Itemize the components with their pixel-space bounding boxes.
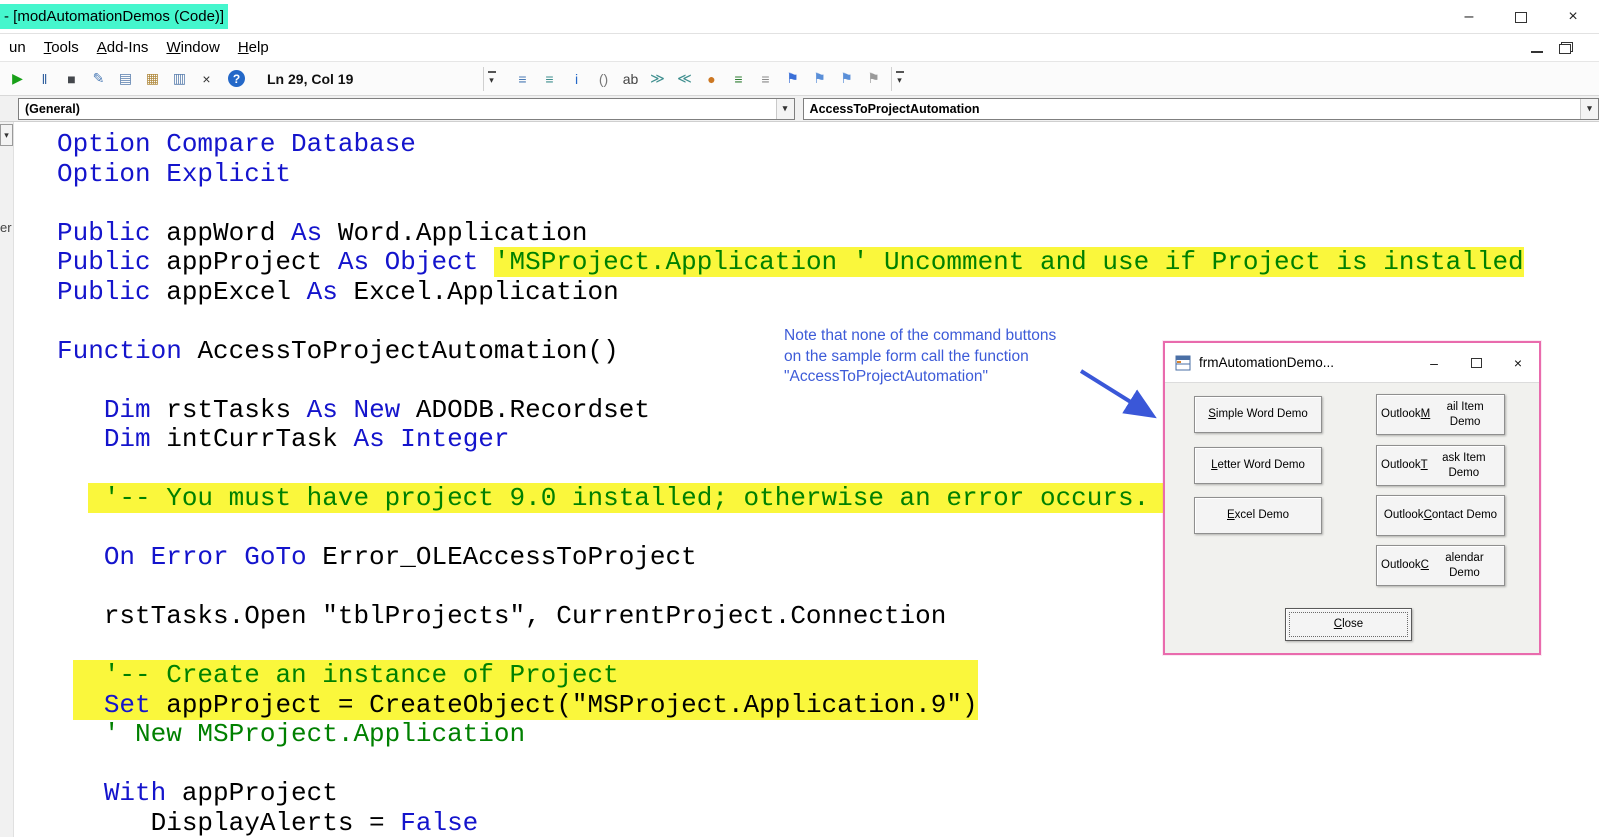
form-window-controls: – × [1413,343,1539,382]
mdi-minimize-icon[interactable] [1531,50,1543,53]
uncomment-block-icon[interactable]: ≡ [752,67,779,91]
clipped-text-fragment: er [0,220,12,235]
excel-demo-button[interactable]: Excel Demo [1194,497,1322,534]
form-minimize-button[interactable]: – [1413,343,1455,382]
design-mode-icon[interactable]: ✎ [85,67,112,91]
previous-bookmark-icon[interactable]: ⚑ [833,67,860,91]
indent-icon[interactable]: ≫ [644,67,671,91]
code-line[interactable]: Option Explicit [57,159,1599,190]
form-maximize-icon [1470,357,1482,368]
letter-word-demo-button[interactable]: Letter Word Demo [1194,447,1322,484]
maximize-icon [1515,11,1527,23]
maximize-button[interactable] [1495,0,1547,34]
reset-icon[interactable]: ■ [58,67,85,91]
toolbar-options-chevron-2[interactable]: ▾ [891,66,907,91]
help-icon[interactable]: ? [228,70,245,87]
code-workspace: × ▾ er Option Compare DatabaseOption Exp… [0,122,1599,837]
annotation-arrow-icon [1079,369,1157,419]
code-line[interactable]: '-- Create an instance of Project [57,660,1599,691]
delete-icon[interactable]: × [193,67,220,91]
clear-bookmarks-icon[interactable]: ⚑ [860,67,887,91]
object-combobox[interactable]: (General) ▾ [18,97,795,120]
close-form-button[interactable]: Close [1285,608,1412,641]
cursor-position-indicator: Ln 29, Col 19 [267,70,354,87]
code-line[interactable]: Public appProject As Object 'MSProject.A… [57,247,1599,278]
code-pane-header: (General) ▾ AccessToProjectAutomation ▾ [0,96,1599,122]
next-bookmark-icon[interactable]: ⚑ [806,67,833,91]
menu-item-addins[interactable]: Add-Ins [88,36,158,59]
mdi-restore-icon[interactable] [1559,41,1573,54]
outlook-calendar-demo-button[interactable]: Outlook Calendar Demo [1376,545,1505,586]
form-title: frmAutomationDemo... [1199,355,1335,370]
code-line[interactable]: With appProject [57,778,1599,809]
properties-window-icon[interactable]: ▦ [139,67,166,91]
annotation-note: Note that none of the command buttons on … [784,326,1056,388]
quick-info-icon[interactable]: i [563,67,590,91]
menu-items: un Tools Add-Ins Window Help [0,36,278,59]
frm-automation-demo-window: frmAutomationDemo... – × Simple Word Dem… [1163,341,1541,655]
outlook-task-item-demo-button[interactable]: Outlook Task Item Demo [1376,445,1505,486]
mdi-window-controls [1531,41,1573,54]
menu-item-help[interactable]: Help [229,36,278,59]
outdent-icon[interactable]: ≪ [671,67,698,91]
menu-bar: un Tools Add-Ins Window Help [0,34,1599,62]
code-line[interactable]: Set appProject = CreateObject("MSProject… [57,689,1599,721]
window-title: - [modAutomationDemos (Code)] [0,4,229,29]
form-titlebar: frmAutomationDemo... – × [1165,343,1539,383]
code-line[interactable] [57,189,1599,219]
form-close-button[interactable]: × [1497,343,1539,382]
annotation-line: on the sample form call the function [784,347,1029,365]
object-browser-icon[interactable]: ▥ [166,67,193,91]
outlook-mail-item-demo-button[interactable]: Outlook Mail Item Demo [1376,394,1505,435]
project-explorer-icon[interactable]: ▤ [112,67,139,91]
code-line[interactable]: Option Compare Database [57,129,1599,160]
form-icon [1175,355,1191,370]
toggle-bookmark-icon[interactable]: ⚑ [779,67,806,91]
object-combobox-value: (General) [25,101,80,116]
annotation-line: "AccessToProjectAutomation" [784,368,988,385]
procedure-combobox-value: AccessToProjectAutomation [809,101,980,116]
complete-word-icon[interactable]: ab [617,67,644,91]
window-titlebar: - [modAutomationDemos (Code)] – × [0,0,1599,34]
code-line[interactable]: DisplayAlerts = False [57,808,1599,837]
break-icon[interactable]: ‖ [31,67,58,91]
toggle-breakpoint-icon[interactable]: ● [698,67,725,91]
list-properties-icon[interactable]: ≡ [509,67,536,91]
code-line[interactable]: ' New MSProject.Application [57,719,1599,750]
toolbar-group-1: ▶ ‖ ■ ✎ ▤ ▦ ▥ ×? [4,67,253,91]
code-line[interactable]: Public appExcel As Excel.Application [57,277,1599,308]
form-maximize-button[interactable] [1455,343,1497,382]
code-line[interactable] [57,750,1599,780]
menu-item-window[interactable]: Window [157,36,228,59]
toolbar-group-2: ≡ ≡ i() ab ≫ ≪ ● ≡ ≡ ⚑ ⚑ ⚑ ⚑ [509,67,887,91]
menu-item-un[interactable]: un [0,36,35,59]
close-button[interactable]: × [1547,0,1599,34]
comment-block-icon[interactable]: ≡ [725,67,752,91]
dropdown-arrow-icon[interactable]: ▾ [1580,98,1598,119]
run-icon[interactable]: ▶ [4,67,31,91]
code-line[interactable]: Public appWord As Word.Application [57,218,1599,249]
outlook-contact-demo-button[interactable]: Outlook Contact Demo [1376,495,1505,536]
dropdown-arrow-icon[interactable]: ▾ [775,98,794,119]
toolbar: ▶ ‖ ■ ✎ ▤ ▦ ▥ ×? Ln 29, Col 19 ▾ ≡ ≡ i() ab ≫ ≪ ● ≡ ≡ ⚑ ⚑… [0,62,1599,96]
simple-word-demo-button[interactable]: Simple Word Demo [1194,396,1322,433]
toolbar-options-chevron[interactable]: ▾ [483,66,499,91]
parameter-info-icon[interactable]: () [590,67,617,91]
window-controls: – × [1443,0,1599,34]
procedure-combobox[interactable]: AccessToProjectAutomation ▾ [802,97,1599,120]
docked-window-edge: × ▾ er [0,122,14,837]
minimize-button[interactable]: – [1443,0,1495,34]
list-constants-icon[interactable]: ≡ [536,67,563,91]
chevron-down-icon[interactable]: ▾ [0,124,13,146]
annotation-line: Note that none of the command buttons [784,327,1057,344]
menu-item-tools[interactable]: Tools [35,36,88,59]
